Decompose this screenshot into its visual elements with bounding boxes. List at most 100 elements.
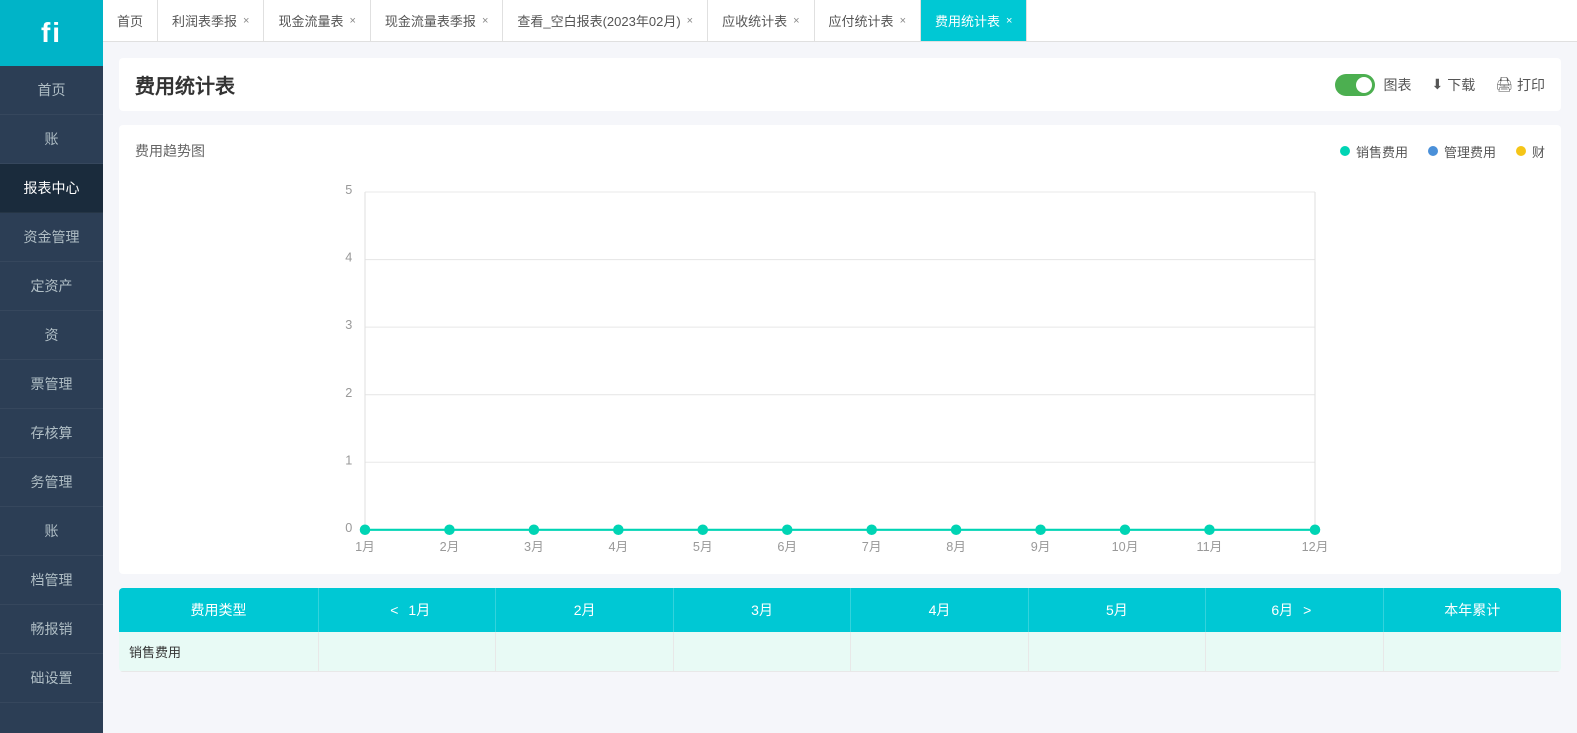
sidebar-item-settings[interactable]: 础设置 [0, 654, 103, 703]
tab-expense-close[interactable]: × [1006, 15, 1012, 27]
sidebar-item-receivable[interactable]: 账 [0, 507, 103, 556]
col-month6-label: 6月 [1271, 600, 1293, 620]
sidebar-item-reports[interactable]: 报表中心 [0, 164, 103, 213]
col-month3-header: 3月 [674, 588, 851, 632]
svg-text:3: 3 [345, 318, 352, 332]
legend-admin: 管理费用 [1428, 142, 1496, 161]
page-title: 费用统计表 [135, 70, 235, 99]
sidebar-item-inventory[interactable]: 存核算 [0, 409, 103, 458]
print-icon: 🖨 [1495, 76, 1513, 93]
sidebar: fi 首页 账 报表中心 资金管理 定资产 资 票管理 存核算 务管理 账 档管… [0, 0, 103, 733]
sidebar-item-sales[interactable]: 畅报销 [0, 605, 103, 654]
svg-text:8月: 8月 [946, 540, 966, 553]
tab-home[interactable]: 首页 [103, 0, 158, 41]
svg-text:1: 1 [345, 453, 352, 467]
prev-month-button[interactable]: < [384, 600, 404, 620]
chart-toggle-label: 图表 [1383, 75, 1411, 95]
svg-text:2月: 2月 [440, 540, 460, 553]
row-sales-m3 [674, 632, 851, 671]
tab-profit[interactable]: 利润表季报 × [158, 0, 264, 41]
row-sales-m4 [851, 632, 1028, 671]
svg-text:4月: 4月 [608, 540, 628, 553]
tab-receivable[interactable]: 应收统计表 × [708, 0, 814, 41]
sidebar-item-invoice[interactable]: 票管理 [0, 360, 103, 409]
col-type-label: 费用类型 [191, 600, 247, 620]
chart-legend: 销售费用 管理费用 财 [1340, 142, 1545, 161]
page-content: 费用统计表 图表 ⬇ 下载 🖨 打印 费用趋势图 [103, 42, 1577, 733]
tab-home-label: 首页 [117, 11, 143, 30]
tab-profit-close[interactable]: × [243, 15, 249, 27]
svg-text:6月: 6月 [777, 540, 797, 553]
tab-cashflow[interactable]: 现金流量表 × [264, 0, 370, 41]
chart-toggle-wrapper: 图表 [1335, 74, 1411, 96]
tab-profit-label: 利润表季报 [172, 11, 237, 30]
table-header: 费用类型 < 1月 2月 3月 4月 5月 [119, 588, 1561, 632]
print-button[interactable]: 🖨 打印 [1495, 75, 1545, 95]
svg-text:11月: 11月 [1197, 540, 1223, 553]
tab-expense-label: 费用统计表 [935, 11, 1000, 30]
col-month6-header: 6月 > [1206, 588, 1383, 632]
col-month2-label: 2月 [574, 600, 596, 620]
tab-blank[interactable]: 查看_空白报表(2023年02月) × [503, 0, 708, 41]
legend-sales-label: 销售费用 [1356, 142, 1408, 161]
sidebar-item-funds[interactable]: 资金管理 [0, 213, 103, 262]
tab-cashflow-q[interactable]: 现金流量表季报 × [371, 0, 503, 41]
download-button[interactable]: ⬇ 下载 [1431, 75, 1475, 95]
next-month-button[interactable]: > [1297, 600, 1317, 620]
chart-title: 费用趋势图 [135, 141, 205, 161]
legend-finance: 财 [1516, 142, 1545, 161]
tab-payable-label: 应付统计表 [829, 11, 894, 30]
tab-payable[interactable]: 应付统计表 × [815, 0, 921, 41]
sidebar-item-invest[interactable]: 资 [0, 311, 103, 360]
sidebar-item-archive[interactable]: 档管理 [0, 556, 103, 605]
svg-text:5: 5 [345, 183, 352, 197]
row-sales-total [1384, 632, 1561, 671]
main-area: 首页 利润表季报 × 现金流量表 × 现金流量表季报 × 查看_空白报表(202… [103, 0, 1577, 733]
tab-receivable-close[interactable]: × [793, 15, 799, 27]
col-nav-prev[interactable]: < 1月 [319, 588, 496, 632]
header-actions: 图表 ⬇ 下载 🖨 打印 [1335, 74, 1545, 96]
page-header: 费用统计表 图表 ⬇ 下载 🖨 打印 [119, 58, 1561, 111]
table-row-sales: 销售费用 [119, 632, 1561, 672]
row-sales-type: 销售费用 [119, 632, 319, 671]
row-sales-m5 [1029, 632, 1206, 671]
legend-admin-dot [1428, 146, 1438, 156]
tab-blank-close[interactable]: × [687, 15, 693, 27]
tab-cashflow-q-label: 现金流量表季报 [385, 11, 476, 30]
col-month4-header: 4月 [851, 588, 1028, 632]
tab-cashflow-label: 现金流量表 [278, 11, 343, 30]
svg-text:0: 0 [345, 521, 352, 535]
col-total-label: 本年累计 [1444, 600, 1500, 620]
download-label: 下载 [1447, 75, 1475, 95]
tab-cashflow-q-close[interactable]: × [482, 15, 488, 27]
svg-text:10月: 10月 [1112, 540, 1139, 553]
tab-bar: 首页 利润表季报 × 现金流量表 × 现金流量表季报 × 查看_空白报表(202… [103, 0, 1577, 42]
sidebar-item-service[interactable]: 务管理 [0, 458, 103, 507]
sidebar-item-assets[interactable]: 定资产 [0, 262, 103, 311]
tab-cashflow-close[interactable]: × [349, 15, 355, 27]
tab-blank-label: 查看_空白报表(2023年02月) [517, 11, 680, 30]
col-type-header: 费用类型 [119, 588, 319, 632]
legend-admin-label: 管理费用 [1444, 142, 1496, 161]
tab-payable-close[interactable]: × [900, 15, 906, 27]
tab-expense[interactable]: 费用统计表 × [921, 0, 1027, 41]
row-sales-m6 [1206, 632, 1383, 671]
chart-svg-container: 5 4 3 2 1 0 [135, 173, 1545, 558]
chart-toggle[interactable] [1335, 74, 1375, 96]
print-label: 打印 [1517, 75, 1545, 95]
row-sales-m2 [496, 632, 673, 671]
tab-receivable-label: 应收统计表 [722, 11, 787, 30]
svg-text:3月: 3月 [524, 540, 544, 553]
svg-text:2: 2 [345, 386, 352, 400]
sidebar-item-home[interactable]: 首页 [0, 66, 103, 115]
svg-text:5月: 5月 [693, 540, 713, 553]
col-month5-label: 5月 [1106, 600, 1128, 620]
legend-finance-dot [1516, 146, 1526, 156]
svg-text:9月: 9月 [1031, 540, 1051, 553]
trend-chart: 5 4 3 2 1 0 [135, 173, 1545, 553]
sidebar-item-ledger[interactable]: 账 [0, 115, 103, 164]
chart-card: 费用趋势图 销售费用 管理费用 财 [119, 125, 1561, 574]
col-month5-header: 5月 [1029, 588, 1206, 632]
expense-table: 费用类型 < 1月 2月 3月 4月 5月 [119, 588, 1561, 672]
row-sales-m1 [319, 632, 496, 671]
